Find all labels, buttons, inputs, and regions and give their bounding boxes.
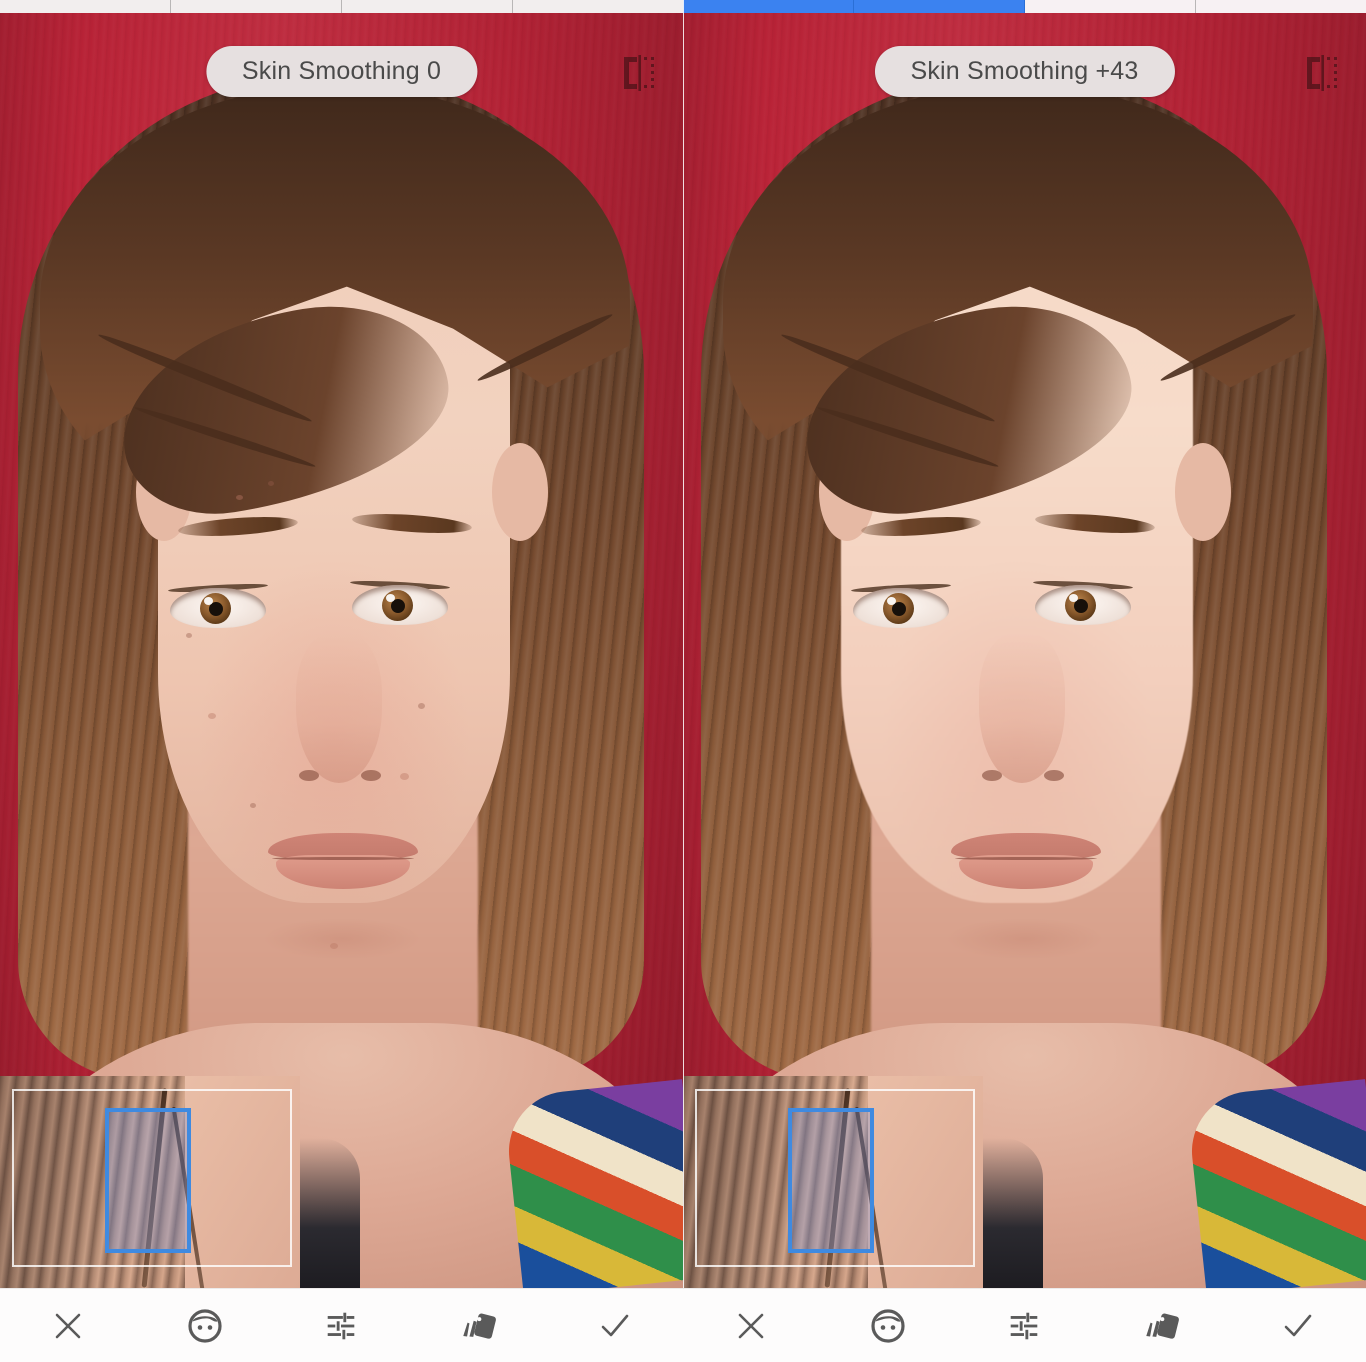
nose	[296, 633, 382, 783]
looks-button[interactable]	[443, 1297, 513, 1355]
compare-split-icon[interactable]	[1304, 53, 1340, 93]
skin-speck	[330, 943, 338, 949]
chin-shadow	[945, 918, 1105, 960]
progress-segment[interactable]	[513, 0, 683, 13]
eye-right	[1035, 585, 1131, 625]
panel-divider	[683, 0, 684, 1288]
photo-canvas-after[interactable]: Skin Smoothing +43	[683, 13, 1366, 1288]
progress-segment-active[interactable]	[683, 0, 854, 13]
face-button[interactable]	[170, 1297, 240, 1355]
progress-segment-bar-before[interactable]	[0, 0, 683, 13]
navigator-selection-rectangle[interactable]	[788, 1108, 874, 1253]
eye-left	[170, 588, 266, 628]
bottom-toolbar-after	[683, 1288, 1366, 1362]
cancel-button[interactable]	[716, 1297, 786, 1355]
progress-segment[interactable]	[171, 0, 342, 13]
tune-button[interactable]	[989, 1297, 1059, 1355]
panel-after: Skin Smoothing +43	[683, 0, 1366, 1362]
face-button[interactable]	[853, 1297, 923, 1355]
panel-before: Skin Smoothing 0	[0, 0, 683, 1362]
nose	[979, 633, 1065, 783]
nostril-left	[982, 770, 1002, 781]
colorful-garment	[503, 1079, 683, 1288]
compare-screen: Skin Smoothing 0 Skin Smoothing +43	[0, 0, 1366, 1362]
skin-speck	[418, 703, 425, 709]
colorful-garment	[1186, 1079, 1366, 1288]
adjustment-label-after: Skin Smoothing +43	[874, 46, 1175, 97]
skin-speck	[208, 713, 216, 719]
confirm-button[interactable]	[1263, 1297, 1333, 1355]
looks-button[interactable]	[1126, 1297, 1196, 1355]
progress-segment[interactable]	[1196, 0, 1366, 13]
navigator-selection-rectangle[interactable]	[105, 1108, 191, 1253]
nostril-right	[361, 770, 381, 781]
progress-segment[interactable]	[342, 0, 513, 13]
tune-button[interactable]	[306, 1297, 376, 1355]
confirm-button[interactable]	[580, 1297, 650, 1355]
skin-speck	[186, 633, 192, 638]
bottom-toolbar-before	[0, 1288, 683, 1362]
cancel-button[interactable]	[33, 1297, 103, 1355]
eye-left	[853, 588, 949, 628]
skin-speck	[268, 481, 274, 486]
chin-shadow	[262, 918, 422, 960]
zoom-navigator-before[interactable]	[0, 1076, 300, 1288]
photo-canvas-before[interactable]: Skin Smoothing 0	[0, 13, 683, 1288]
ear-right	[492, 443, 548, 541]
skin-speck	[400, 773, 409, 780]
progress-segment-active[interactable]	[854, 0, 1025, 13]
nostril-right	[1044, 770, 1064, 781]
lips	[268, 833, 418, 891]
lips	[951, 833, 1101, 891]
skin-speck	[250, 803, 256, 808]
progress-segment[interactable]	[1025, 0, 1196, 13]
progress-segment[interactable]	[0, 0, 171, 13]
zoom-navigator-after[interactable]	[683, 1076, 983, 1288]
compare-split-icon[interactable]	[621, 53, 657, 93]
eye-right	[352, 585, 448, 625]
adjustment-label-before: Skin Smoothing 0	[205, 46, 478, 97]
progress-segment-bar-after[interactable]	[683, 0, 1366, 13]
ear-right	[1175, 443, 1231, 541]
nostril-left	[299, 770, 319, 781]
skin-speck	[236, 495, 243, 500]
